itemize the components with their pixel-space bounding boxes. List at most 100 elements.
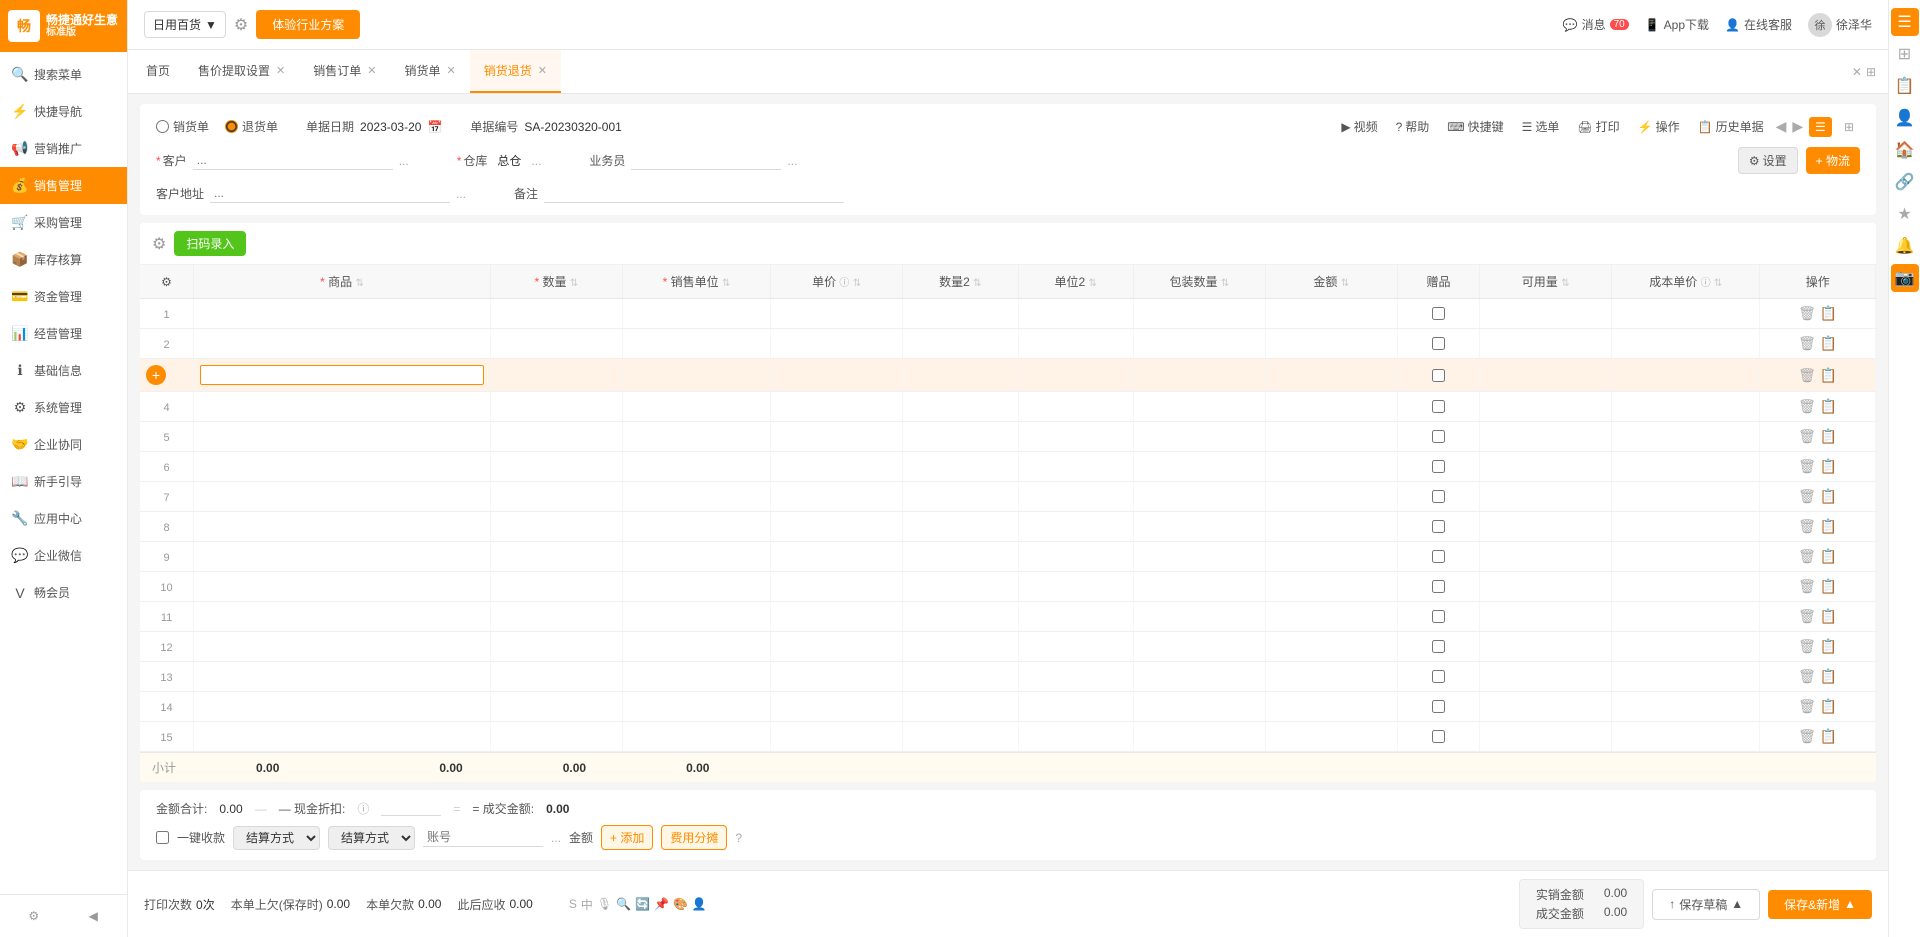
qty-cell[interactable]: [490, 572, 622, 602]
category-select[interactable]: 日用百货 ▼: [144, 11, 226, 38]
unit-price-cell[interactable]: [771, 452, 903, 482]
cost-price-cell[interactable]: [1612, 692, 1760, 722]
copy-row-btn[interactable]: 📋: [1820, 518, 1837, 535]
warehouse-dots[interactable]: ...: [531, 154, 541, 168]
add-row-btn[interactable]: +: [146, 365, 166, 385]
radio-sales[interactable]: 销货单: [156, 118, 209, 135]
sales-unit-cell[interactable]: [622, 662, 770, 692]
gift-checkbox[interactable]: [1432, 307, 1445, 320]
taskbar-icon-2[interactable]: 🎙: [597, 897, 612, 911]
qty2-cell[interactable]: [903, 692, 1018, 722]
product-cell[interactable]: [194, 662, 491, 692]
unit2-cell[interactable]: [1018, 662, 1133, 692]
sidebar-item-1[interactable]: ⚡快捷导航: [0, 93, 127, 130]
amount-cell[interactable]: [1265, 299, 1397, 329]
qty2-cell[interactable]: [903, 572, 1018, 602]
sales-unit-cell[interactable]: [622, 572, 770, 602]
customer-input[interactable]: [193, 151, 393, 170]
taskbar-icon-4[interactable]: 🔄: [635, 897, 650, 911]
remarks-input[interactable]: [544, 184, 844, 203]
amount-cell[interactable]: [1265, 662, 1397, 692]
product-input[interactable]: [200, 365, 484, 385]
amount-sort[interactable]: ⇅: [1341, 278, 1349, 289]
pack-qty-cell[interactable]: [1133, 692, 1265, 722]
available-cell[interactable]: [1480, 662, 1612, 692]
add-logistics-btn[interactable]: + 物流: [1806, 147, 1860, 174]
tab-close-all-icon[interactable]: ✕: [1852, 65, 1862, 79]
delete-row-btn[interactable]: 🗑: [1798, 398, 1816, 415]
qty2-cell[interactable]: [903, 482, 1018, 512]
sidebar-settings-btn[interactable]: ⚙: [8, 903, 60, 929]
copy-row-btn[interactable]: 📋: [1820, 578, 1837, 595]
copy-row-btn[interactable]: 📋: [1820, 398, 1837, 415]
unit2-sort[interactable]: ⇅: [1089, 278, 1097, 289]
experience-btn[interactable]: 体验行业方案: [256, 10, 360, 39]
tab-0[interactable]: 首页: [132, 50, 184, 93]
pack-qty-cell[interactable]: [1133, 482, 1265, 512]
tab-expand-icon[interactable]: ⊞: [1866, 65, 1876, 79]
taskbar-icon-7[interactable]: 👤: [692, 897, 707, 911]
settings-btn[interactable]: ⚙ 设置: [1738, 147, 1798, 174]
user-profile[interactable]: 徐 徐泽华: [1808, 13, 1872, 37]
qty2-cell[interactable]: [903, 662, 1018, 692]
product-cell[interactable]: [194, 359, 491, 392]
qty-cell[interactable]: [490, 662, 622, 692]
product-cell[interactable]: [194, 422, 491, 452]
unit2-cell[interactable]: [1018, 542, 1133, 572]
amount-cell[interactable]: [1265, 602, 1397, 632]
sidebar-item-2[interactable]: 📢营销推广: [0, 130, 127, 167]
tab-close-2[interactable]: ✕: [367, 64, 376, 77]
qty2-cell[interactable]: [903, 632, 1018, 662]
delete-row-btn[interactable]: 🗑: [1798, 668, 1816, 685]
unit2-cell[interactable]: [1018, 299, 1133, 329]
account-dots[interactable]: ...: [551, 831, 561, 845]
cost-price-cell[interactable]: [1612, 482, 1760, 512]
pack-qty-cell[interactable]: [1133, 662, 1265, 692]
print-btn[interactable]: 🖨 打印: [1571, 116, 1625, 137]
unit-price-cell[interactable]: [771, 482, 903, 512]
pack-qty-cell[interactable]: [1133, 299, 1265, 329]
delete-row-btn[interactable]: 🗑: [1798, 578, 1816, 595]
delete-row-btn[interactable]: 🗑: [1798, 608, 1816, 625]
product-cell[interactable]: [194, 542, 491, 572]
save-new-btn[interactable]: 保存&新增 ▲: [1768, 890, 1872, 919]
qty-cell[interactable]: [490, 422, 622, 452]
tab-3[interactable]: 销货单✕: [390, 50, 469, 93]
gift-checkbox[interactable]: [1432, 640, 1445, 653]
gift-checkbox[interactable]: [1432, 337, 1445, 350]
video-btn[interactable]: ▶ 视频: [1335, 116, 1383, 137]
taskbar-icon-1[interactable]: 中: [581, 896, 593, 913]
qty-cell[interactable]: [490, 299, 622, 329]
nav-next-icon[interactable]: ▶: [1792, 118, 1803, 135]
gift-checkbox[interactable]: [1432, 430, 1445, 443]
pack-qty-cell[interactable]: [1133, 329, 1265, 359]
unit2-cell[interactable]: [1018, 572, 1133, 602]
unit2-cell[interactable]: [1018, 359, 1133, 392]
cost-price-cell[interactable]: [1612, 329, 1760, 359]
tab-close-1[interactable]: ✕: [276, 64, 285, 77]
gift-checkbox[interactable]: [1432, 400, 1445, 413]
qty2-cell[interactable]: [903, 329, 1018, 359]
sales-unit-cell[interactable]: [622, 512, 770, 542]
product-cell[interactable]: [194, 452, 491, 482]
gift-checkbox[interactable]: [1432, 369, 1445, 382]
unit2-cell[interactable]: [1018, 512, 1133, 542]
amount-cell[interactable]: [1265, 392, 1397, 422]
right-panel-note-icon[interactable]: 📋: [1891, 72, 1919, 100]
staff-dots[interactable]: ...: [787, 154, 797, 168]
available-cell[interactable]: [1480, 722, 1612, 752]
qty-cell[interactable]: [490, 359, 622, 392]
sidebar-item-9[interactable]: ⚙系统管理: [0, 389, 127, 426]
sidebar-item-5[interactable]: 📦库存核算: [0, 241, 127, 278]
pack-qty-cell[interactable]: [1133, 602, 1265, 632]
sales-unit-cell[interactable]: [622, 329, 770, 359]
delete-row-btn[interactable]: 🗑: [1798, 335, 1816, 352]
gift-checkbox[interactable]: [1432, 550, 1445, 563]
operate-btn[interactable]: ⚡ 操作: [1632, 116, 1686, 137]
gift-checkbox[interactable]: [1432, 730, 1445, 743]
sidebar-collapse-btn[interactable]: ◀: [68, 903, 120, 929]
available-cell[interactable]: [1480, 572, 1612, 602]
address-dots[interactable]: ...: [456, 187, 466, 201]
amount-cell[interactable]: [1265, 359, 1397, 392]
calendar-icon[interactable]: 📅: [427, 120, 442, 134]
